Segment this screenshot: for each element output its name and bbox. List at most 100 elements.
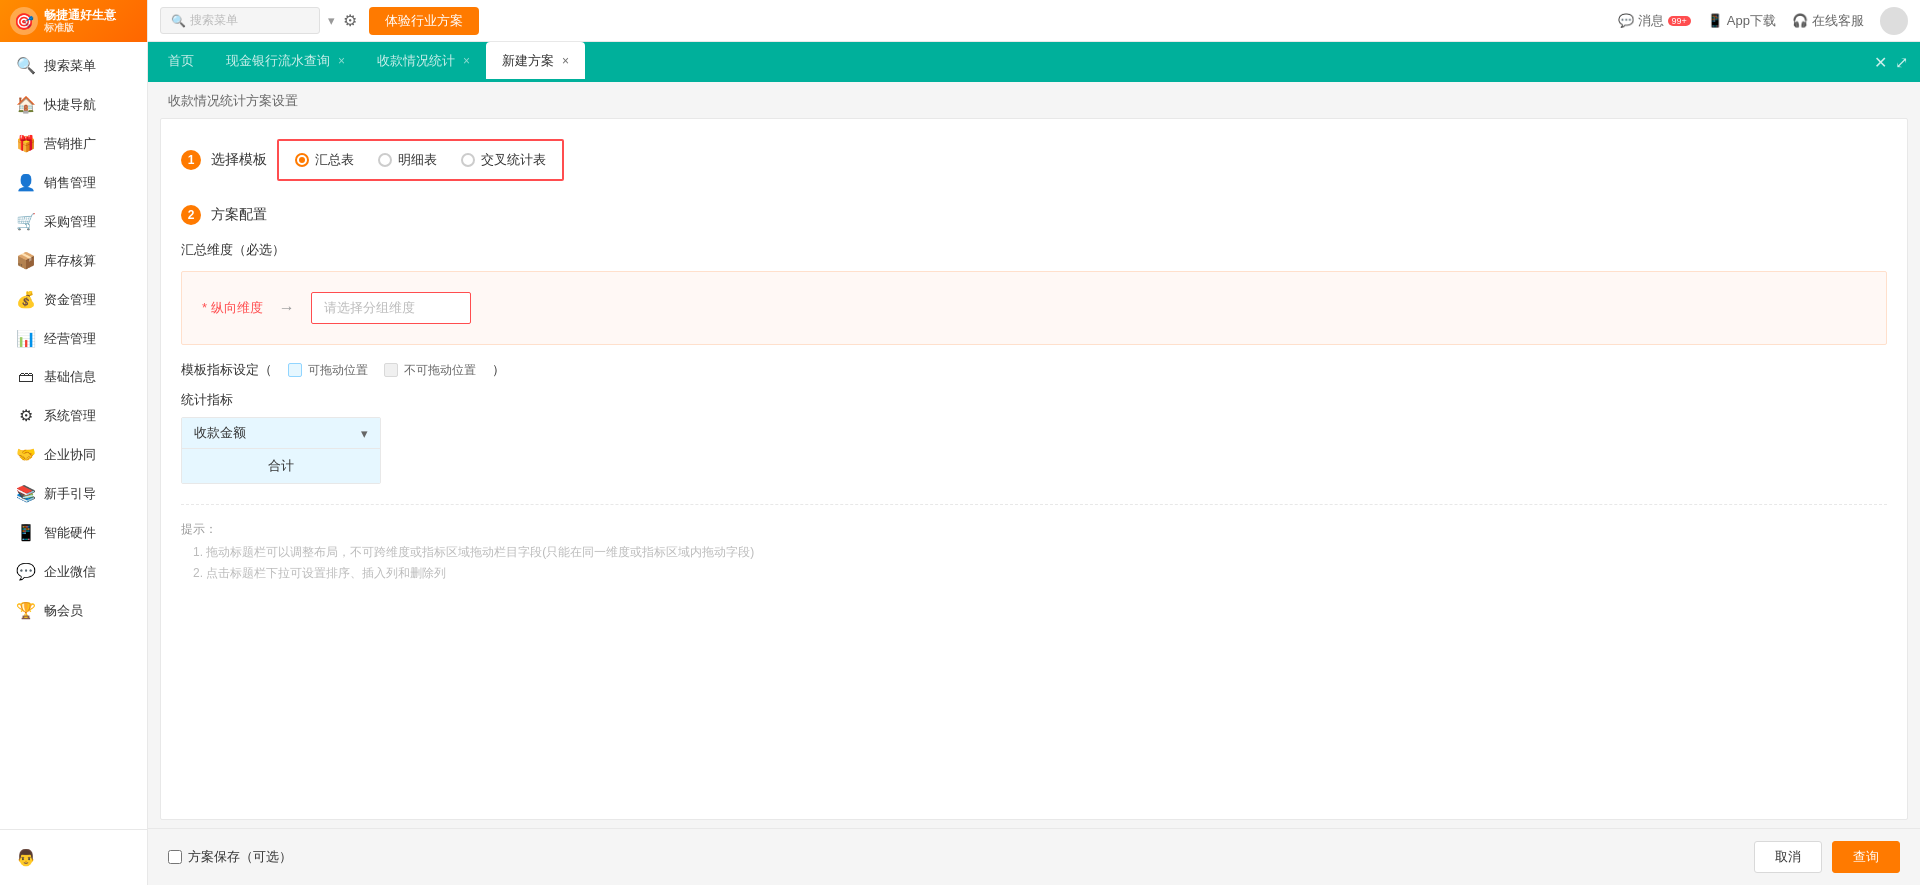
- page-body: 1 选择模板 汇总表 明细表 交叉统计表: [160, 118, 1908, 820]
- tab-expand-icon[interactable]: ⤢: [1895, 53, 1908, 72]
- step1-header: 1 选择模板 汇总表 明细表 交叉统计表: [181, 139, 1887, 181]
- money-icon: 💰: [16, 290, 36, 309]
- phone-icon: 📱: [16, 523, 36, 542]
- dimension-select[interactable]: 请选择分组维度: [311, 292, 471, 324]
- save-plan-input[interactable]: [168, 850, 182, 864]
- search-dropdown-icon[interactable]: ▾: [328, 13, 335, 28]
- radio-summary[interactable]: 汇总表: [295, 151, 354, 169]
- metrics-title: 模板指标设定（: [181, 361, 272, 379]
- online-service-item[interactable]: 🎧 在线客服: [1792, 12, 1864, 30]
- radio-cross[interactable]: 交叉统计表: [461, 151, 546, 169]
- sidebar-item-member[interactable]: 🏆 畅会员: [0, 591, 147, 630]
- industry-solution-button[interactable]: 体验行业方案: [369, 7, 479, 35]
- sidebar-item-purchase[interactable]: 🛒 采购管理: [0, 202, 147, 241]
- user-icon: 👤: [16, 173, 36, 192]
- gift-icon: 🎁: [16, 134, 36, 153]
- dimension-title: 汇总维度（必选）: [181, 241, 1887, 259]
- metrics-grid-header[interactable]: 收款金额 ▾: [182, 418, 380, 449]
- gear-icon: ⚙: [16, 406, 36, 425]
- metrics-dropdown-icon[interactable]: ▾: [361, 426, 368, 441]
- step1-section: 1 选择模板 汇总表 明细表 交叉统计表: [181, 139, 1887, 181]
- metrics-legend: 可拖动位置 不可拖动位置 ）: [288, 361, 505, 379]
- dimension-row: * 纵向维度 → 请选择分组维度: [202, 292, 1866, 324]
- chat-icon: 💬: [16, 562, 36, 581]
- download-icon: 📱: [1707, 13, 1723, 28]
- home-icon: 🏠: [16, 95, 36, 114]
- service-icon: 🎧: [1792, 13, 1808, 28]
- sidebar-item-guide[interactable]: 📚 新手引导: [0, 474, 147, 513]
- main-area: 🔍 搜索菜单 ▾ ⚙ 体验行业方案 💬 消息 99+ 📱 App下载 🎧 在线客…: [148, 0, 1920, 885]
- search-icon: 🔍: [16, 56, 36, 75]
- search-icon: 🔍: [171, 14, 186, 28]
- tab-bank[interactable]: 现金银行流水查询 ×: [210, 42, 361, 82]
- save-plan-checkbox[interactable]: 方案保存（可选）: [168, 848, 292, 866]
- avatar-icon: 👨: [16, 848, 36, 867]
- stats-label: 统计指标: [181, 391, 1887, 409]
- tips-section: 提示： 1. 拖动标题栏可以调整布局，不可跨维度或指标区域拖动栏目字段(只能在同…: [181, 504, 1887, 582]
- sidebar: 🎯 畅捷通好生意 标准版 🔍 搜索菜单 🏠 快捷导航 🎁 营销推广 👤 销售管理…: [0, 0, 148, 885]
- step1-number: 1: [181, 150, 201, 170]
- tip-item-1: 1. 拖动标题栏可以调整布局，不可跨维度或指标区域拖动栏目字段(只能在同一维度或…: [181, 544, 1887, 561]
- dimension-config: 汇总维度（必选） * 纵向维度 → 请选择分组维度: [181, 241, 1887, 345]
- metrics-grid-cell: 合计: [182, 449, 380, 483]
- sidebar-item-basic[interactable]: 🗃 基础信息: [0, 358, 147, 396]
- topbar-right: 💬 消息 99+ 📱 App下载 🎧 在线客服: [1618, 7, 1908, 35]
- sidebar-item-sales[interactable]: 👤 销售管理: [0, 163, 147, 202]
- book-icon: 📚: [16, 484, 36, 503]
- legend-draggable: 可拖动位置: [288, 362, 368, 379]
- breadcrumb: 收款情况统计方案设置: [148, 82, 1920, 118]
- tab-new-plan-close-icon[interactable]: ×: [562, 54, 569, 68]
- dimension-area: * 纵向维度 → 请选择分组维度: [181, 271, 1887, 345]
- handshake-icon: 🤝: [16, 445, 36, 464]
- sidebar-item-system[interactable]: ⚙ 系统管理: [0, 396, 147, 435]
- dimension-arrow-icon: →: [279, 299, 295, 317]
- sidebar-item-marketing[interactable]: 🎁 营销推广: [0, 124, 147, 163]
- content-area: 收款情况统计方案设置 1 选择模板 汇总表 明细表: [148, 82, 1920, 885]
- step2-section: 2 方案配置 汇总维度（必选） * 纵向维度 → 请选择分组维度: [181, 205, 1887, 582]
- notification-badge: 99+: [1668, 16, 1691, 26]
- box-icon: 📦: [16, 251, 36, 270]
- chart-icon: 📊: [16, 329, 36, 348]
- sidebar-item-enterprise[interactable]: 🤝 企业协同: [0, 435, 147, 474]
- sidebar-item-finance[interactable]: 💰 资金管理: [0, 280, 147, 319]
- sidebar-item-operation[interactable]: 📊 经营管理: [0, 319, 147, 358]
- user-avatar[interactable]: [1880, 7, 1908, 35]
- sidebar-item-nav[interactable]: 🏠 快捷导航: [0, 85, 147, 124]
- tab-home[interactable]: 首页: [152, 42, 210, 82]
- settings-icon[interactable]: ⚙: [343, 11, 357, 30]
- tab-collection-close-icon[interactable]: ×: [463, 54, 470, 68]
- tab-new-plan[interactable]: 新建方案 ×: [486, 42, 585, 82]
- query-button[interactable]: 查询: [1832, 841, 1900, 873]
- metrics-config: 模板指标设定（ 可拖动位置 不可拖动位置 ）: [181, 361, 1887, 484]
- sidebar-item-hardware[interactable]: 📱 智能硬件: [0, 513, 147, 552]
- sidebar-item-wechat[interactable]: 💬 企业微信: [0, 552, 147, 591]
- sidebar-item-user-profile[interactable]: 👨: [0, 838, 147, 877]
- tips-title: 提示：: [181, 521, 1887, 538]
- close-paren: ）: [492, 361, 505, 379]
- trophy-icon: 🏆: [16, 601, 36, 620]
- sidebar-item-search[interactable]: 🔍 搜索菜单: [0, 46, 147, 85]
- logo-text: 畅捷通好生意 标准版: [44, 8, 116, 34]
- sidebar-item-inventory[interactable]: 📦 库存核算: [0, 241, 147, 280]
- logo-icon: 🎯: [10, 7, 38, 35]
- cancel-button[interactable]: 取消: [1754, 841, 1822, 873]
- sidebar-nav: 🔍 搜索菜单 🏠 快捷导航 🎁 营销推广 👤 销售管理 🛒 采购管理 📦 库存核…: [0, 42, 147, 829]
- search-box[interactable]: 🔍 搜索菜单: [160, 7, 320, 34]
- legend-fixed: 不可拖动位置: [384, 362, 476, 379]
- app-download-item[interactable]: 📱 App下载: [1707, 12, 1776, 30]
- radio-detail[interactable]: 明细表: [378, 151, 437, 169]
- metrics-header: 模板指标设定（ 可拖动位置 不可拖动位置 ）: [181, 361, 1887, 379]
- tab-collection[interactable]: 收款情况统计 ×: [361, 42, 486, 82]
- tabbar-actions: ✕ ⤢: [1874, 42, 1916, 82]
- cart-icon: 🛒: [16, 212, 36, 231]
- radio-detail-circle: [378, 153, 392, 167]
- tab-close-all-icon[interactable]: ✕: [1874, 53, 1887, 72]
- page-footer: 方案保存（可选） 取消 查询: [148, 828, 1920, 885]
- draggable-legend-icon: [288, 363, 302, 377]
- fixed-legend-icon: [384, 363, 398, 377]
- sidebar-bottom: 👨: [0, 829, 147, 885]
- step1-title: 选择模板: [211, 151, 267, 169]
- footer-actions: 取消 查询: [1754, 841, 1900, 873]
- tab-bank-close-icon[interactable]: ×: [338, 54, 345, 68]
- notification-item[interactable]: 💬 消息 99+: [1618, 12, 1691, 30]
